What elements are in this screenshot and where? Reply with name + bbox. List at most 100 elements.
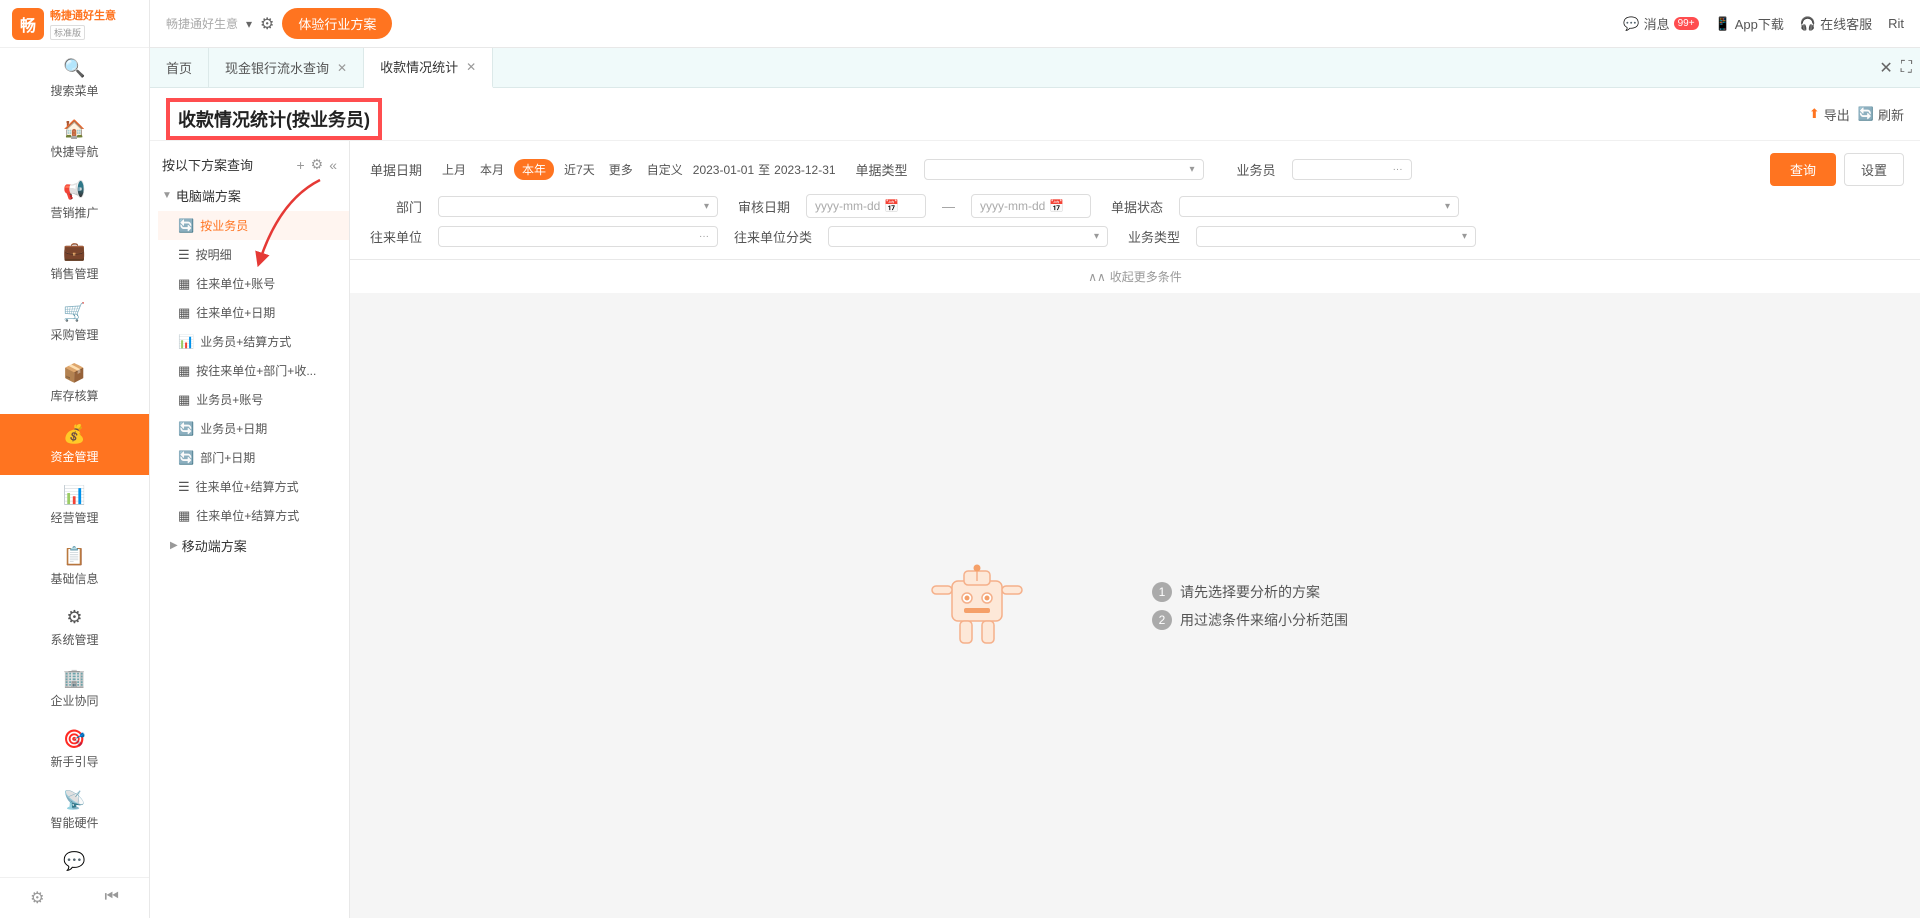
- date-shortcut-last-month[interactable]: 上月: [438, 159, 470, 180]
- sidebar-item-sales[interactable]: 💼销售管理: [0, 231, 149, 292]
- date-shortcut-more[interactable]: 更多: [605, 159, 637, 180]
- add-scheme-btn[interactable]: +: [296, 157, 304, 173]
- calendar-icon-to: 📅: [1049, 199, 1064, 213]
- settings-btn[interactable]: 设置: [1844, 153, 1904, 186]
- tree-item-staff-date[interactable]: 🔄 业务员+日期: [158, 414, 349, 443]
- topbar-gear-icon[interactable]: ⚙: [260, 14, 274, 34]
- sidebar-item-hardware[interactable]: 📡智能硬件: [0, 780, 149, 841]
- money-icon: 💰: [63, 424, 85, 445]
- topbar-service[interactable]: 🎧 在线客服: [1800, 14, 1872, 33]
- scheme-settings-btn[interactable]: ⚙: [311, 156, 324, 173]
- voucher-type-select[interactable]: ▾: [924, 159, 1204, 180]
- tree-item-icon-spd: ▦: [178, 363, 190, 379]
- query-btn[interactable]: 查询: [1770, 153, 1836, 186]
- tree-item-icon-ps2: ▦: [178, 508, 190, 524]
- topbar-user[interactable]: Rit: [1888, 16, 1904, 31]
- tree-children-desktop: 🔄 按业务员 ☰ 按明细 ▦ 往来单位+账号 ▦: [150, 211, 349, 530]
- date-shortcut-custom[interactable]: 自定义: [643, 159, 687, 180]
- sidebar: 畅 畅捷通好生意 标准版 🔍搜索菜单 🏠快捷导航 📢营销推广 💼销售管理 🛒采购…: [0, 0, 150, 918]
- tree-header-desktop[interactable]: ▼ 电脑端方案: [150, 180, 349, 211]
- tree-item-icon-ps1: ☰: [178, 479, 190, 495]
- review-date-to[interactable]: yyyy-mm-dd 📅: [971, 194, 1091, 218]
- tree-item-icon-staff: 🔄: [178, 218, 194, 234]
- settings-bottom-icon[interactable]: ⚙: [30, 888, 44, 908]
- tree-item-partner-dept[interactable]: ▦ 按往来单位+部门+收...: [158, 356, 349, 385]
- trial-btn[interactable]: 体验行业方案: [282, 8, 392, 39]
- tree-item-icon-pd: ▦: [178, 305, 190, 321]
- page-title-box: 收款情况统计(按业务员): [166, 98, 382, 140]
- date-shortcut-this-month[interactable]: 本月: [476, 159, 508, 180]
- tab-collection[interactable]: 收款情况统计 ✕: [364, 48, 493, 88]
- tree-header-mobile[interactable]: ▶ 移动端方案: [158, 530, 349, 561]
- empty-section: 1 请先选择要分析的方案 2 用过滤条件来缩小分析范围: [922, 551, 1348, 661]
- tab-expand-btn[interactable]: ⛶: [1901, 59, 1912, 77]
- tree-item-icon-detail: ☰: [178, 247, 190, 263]
- building-icon: 🏢: [63, 668, 85, 689]
- tab-bank-flow[interactable]: 现金银行流水查询 ✕: [209, 48, 364, 88]
- collapse-panel-btn[interactable]: «: [329, 157, 337, 173]
- tab-home[interactable]: 首页: [150, 48, 209, 88]
- tree-mobile-arrow: ▶: [170, 540, 178, 551]
- sidebar-item-marketing[interactable]: 📢营销推广: [0, 170, 149, 231]
- tree-item-partner-account[interactable]: ▦ 往来单位+账号: [158, 269, 349, 298]
- voucher-status-label: 单据状态: [1107, 197, 1163, 216]
- collapse-sidebar-icon[interactable]: ⏮: [105, 888, 119, 908]
- staff-select[interactable]: ···: [1292, 159, 1412, 180]
- collapse-row[interactable]: ∧∧ 收起更多条件: [350, 260, 1920, 293]
- tabs-actions: ✕ ⛶: [1871, 58, 1920, 78]
- sidebar-item-corp[interactable]: 🏢企业协同: [0, 658, 149, 719]
- left-panel: 按以下方案查询 + ⚙ «: [150, 141, 350, 918]
- sidebar-item-inventory[interactable]: 📦库存核算: [0, 353, 149, 414]
- sidebar-item-wechat[interactable]: 💬企业微信: [0, 841, 149, 877]
- date-shortcut-this-year[interactable]: 本年: [514, 159, 554, 180]
- date-label: 单据日期: [366, 160, 422, 179]
- export-btn[interactable]: ⬆ 导出: [1809, 105, 1850, 124]
- tab-close-all-btn[interactable]: ✕: [1879, 58, 1892, 78]
- sidebar-item-finance[interactable]: 💰资金管理: [0, 414, 149, 475]
- right-area: 单据日期 上月 本月 本年 近7天 更多 自定义 2023-01-01 至: [350, 141, 1920, 918]
- sidebar-item-search[interactable]: 🔍搜索菜单: [0, 48, 149, 109]
- tree-item-icon-ss: 📊: [178, 334, 194, 350]
- sidebar-item-guide[interactable]: 🎯新手引导: [0, 719, 149, 780]
- review-date-from[interactable]: yyyy-mm-dd 📅: [806, 194, 926, 218]
- topbar-app-download[interactable]: 📱 App下载: [1715, 14, 1784, 33]
- partner-select[interactable]: ···: [438, 226, 718, 247]
- left-panel-icons: + ⚙ «: [296, 156, 337, 173]
- tree-item-by-staff[interactable]: 🔄 按业务员: [158, 211, 349, 240]
- sidebar-item-basic[interactable]: 📋基础信息: [0, 536, 149, 597]
- tree-item-partner-date[interactable]: ▦ 往来单位+日期: [158, 298, 349, 327]
- sidebar-item-quick-nav[interactable]: 🏠快捷导航: [0, 109, 149, 170]
- page-header: 收款情况统计(按业务员) ⬆ 导出 🔄 刷新: [150, 88, 1920, 141]
- date-shortcut-7days[interactable]: 近7天: [560, 159, 599, 180]
- tree-item-partner-settle2[interactable]: ▦ 往来单位+结算方式: [158, 501, 349, 530]
- voucher-status-select[interactable]: ▾: [1179, 196, 1459, 217]
- filter-row-3: 往来单位 ··· 往来单位分类 ▾ 业务类型 ▾: [366, 226, 1904, 247]
- tree-item-partner-settle1[interactable]: ☰ 往来单位+结算方式: [158, 472, 349, 501]
- sidebar-item-operations[interactable]: 📊经营管理: [0, 475, 149, 536]
- tree-item-dept-date[interactable]: 🔄 部门+日期: [158, 443, 349, 472]
- topbar-dropdown-arrow[interactable]: ▾: [246, 17, 252, 31]
- tree-item-detail[interactable]: ☰ 按明细: [158, 240, 349, 269]
- tree-item-staff-account[interactable]: ▦ 业务员+账号: [158, 385, 349, 414]
- partner-category-select[interactable]: ▾: [828, 226, 1108, 247]
- tree-section-desktop: ▼ 电脑端方案 🔄 按业务员 ☰ 按明细 ▦: [150, 180, 349, 530]
- dept-label: 部门: [366, 197, 422, 216]
- sidebar-item-system[interactable]: ⚙系统管理: [0, 597, 149, 658]
- biz-type-select[interactable]: ▾: [1196, 226, 1476, 247]
- robot-illustration: [922, 551, 1032, 661]
- refresh-btn[interactable]: 🔄 刷新: [1858, 105, 1904, 124]
- tree-item-staff-settle[interactable]: 📊 业务员+结算方式: [158, 327, 349, 356]
- tab-close-bank[interactable]: ✕: [337, 61, 347, 75]
- tab-close-collection[interactable]: ✕: [466, 60, 476, 74]
- topbar: 畅捷通好生意 ▾ ⚙ 体验行业方案 💬 消息 99+ 📱 App下载 🎧 在线客…: [150, 0, 1920, 48]
- topbar-message[interactable]: 💬 消息 99+: [1623, 14, 1698, 33]
- sidebar-item-purchase[interactable]: 🛒采购管理: [0, 292, 149, 353]
- filter-row-1: 单据日期 上月 本月 本年 近7天 更多 自定义 2023-01-01 至: [366, 153, 1904, 186]
- empty-hint: 1 请先选择要分析的方案 2 用过滤条件来缩小分析范围: [1152, 582, 1348, 630]
- biz-type-arrow: ▾: [1462, 231, 1467, 242]
- export-icon: ⬆: [1809, 106, 1820, 122]
- hint-item-2: 2 用过滤条件来缩小分析范围: [1152, 610, 1348, 630]
- gear-icon: ⚙: [66, 607, 82, 628]
- dept-select[interactable]: ▾: [438, 196, 718, 217]
- page-title: 收款情况统计(按业务员): [168, 100, 380, 138]
